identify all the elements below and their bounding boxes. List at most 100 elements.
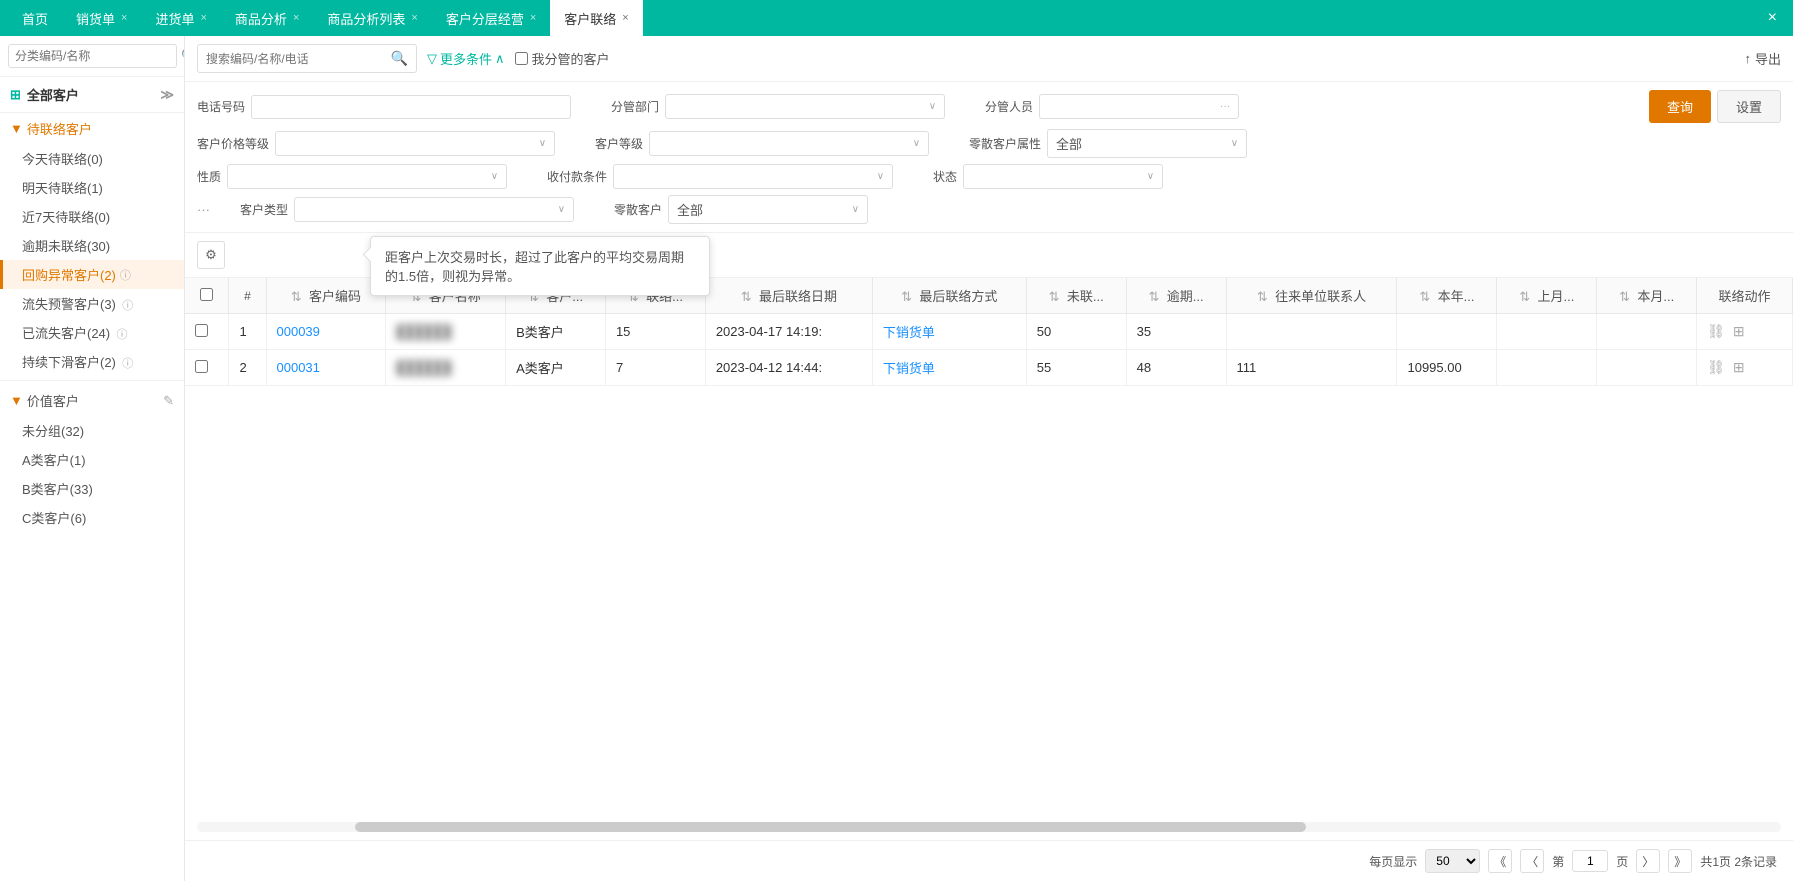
price-level-select[interactable]: ∨ — [275, 131, 555, 156]
sidebar-item-lost[interactable]: 已流失客户(24) ⓘ — [0, 318, 184, 347]
sidebar-item-today[interactable]: 今天待联络(0) — [0, 144, 184, 173]
nav-customer-layered[interactable]: 客户分层经营 × — [432, 0, 550, 36]
table-settings-button[interactable]: ⚙ — [197, 241, 225, 269]
sidebar-value-section[interactable]: ▼ 价值客户 ✎ — [0, 385, 184, 416]
th-code[interactable]: ⇅ 客户编码 — [266, 278, 386, 314]
arrow-down-icon: ▼ — [10, 393, 23, 408]
row-checkbox[interactable] — [185, 314, 229, 350]
sidebar-item-loss-warning[interactable]: 流失预警客户(3) ⓘ — [0, 289, 184, 318]
window-close-button[interactable]: × — [1760, 9, 1785, 27]
close-icon[interactable]: × — [293, 12, 299, 24]
nav-home[interactable]: 首页 — [8, 0, 62, 36]
nav-purchase-order[interactable]: 进货单 × — [141, 0, 220, 36]
th-last-contact-date[interactable]: ⇅ 最后联络日期 — [705, 278, 872, 314]
my-customer-checkbox[interactable] — [515, 52, 528, 65]
scrollbar-thumb[interactable] — [355, 822, 1305, 832]
horizontal-scrollbar[interactable] — [197, 822, 1781, 832]
chevron-down-icon: ∨ — [929, 101, 936, 112]
query-button[interactable]: 查询 — [1649, 90, 1711, 123]
row-select-checkbox[interactable] — [195, 360, 208, 373]
sidebar-item-tomorrow[interactable]: 明天待联络(1) — [0, 173, 184, 202]
customer-level-select[interactable]: ∨ — [649, 131, 929, 156]
sidebar-item-7days[interactable]: 近7天待联络(0) — [0, 202, 184, 231]
grid-action-icon[interactable]: ⊞ — [1733, 359, 1745, 376]
more-conditions-button[interactable]: ▽ 更多条件 ∧ — [427, 49, 505, 68]
retail-select[interactable]: 全部 ∨ — [668, 195, 868, 224]
th-year-amount[interactable]: ⇅ 本年... — [1397, 278, 1497, 314]
dept-select[interactable]: ∨ — [665, 94, 945, 119]
settings-button[interactable]: 设置 — [1717, 90, 1781, 123]
th-actions: 联络动作 — [1697, 278, 1793, 314]
row-code[interactable]: 000031 — [266, 350, 386, 386]
prev-page-button[interactable]: 〈 — [1520, 849, 1544, 873]
person-select[interactable]: ··· — [1039, 94, 1239, 119]
status-select[interactable]: ∨ — [963, 164, 1163, 189]
page-number-input[interactable] — [1572, 850, 1608, 872]
th-last-contact-method[interactable]: ⇅ 最后联络方式 — [872, 278, 1026, 314]
keyword-input[interactable] — [206, 52, 391, 66]
payment-label: 收付款条件 — [547, 168, 607, 185]
row-code[interactable]: 000039 — [266, 314, 386, 350]
sidebar-search-input[interactable] — [8, 44, 177, 68]
customer-code-link[interactable]: 000039 — [277, 324, 320, 339]
th-contacts[interactable]: ⇅ 往来单位联系人 — [1226, 278, 1397, 314]
row-last-contact-method[interactable]: 下销货单 — [872, 350, 1026, 386]
nav-product-analysis[interactable]: 商品分析 × — [221, 0, 313, 36]
row-last-contact-method[interactable]: 下销货单 — [872, 314, 1026, 350]
select-all-checkbox[interactable] — [200, 288, 213, 301]
grid-action-icon[interactable]: ⊞ — [1733, 323, 1745, 340]
row-name[interactable]: ██████ — [386, 350, 506, 386]
sidebar-item-declining[interactable]: 持续下滑客户(2) ⓘ — [0, 347, 184, 376]
th-overdue[interactable]: ⇅ 逾期... — [1126, 278, 1226, 314]
first-page-button[interactable]: 《 — [1488, 849, 1512, 873]
next-page-button[interactable]: 〉 — [1636, 849, 1660, 873]
search-input-container[interactable]: 🔍 — [197, 44, 417, 73]
sidebar-item-class-a[interactable]: A类客户(1) — [0, 445, 184, 474]
collapse-icon[interactable]: ≫ — [160, 87, 174, 103]
sidebar-all-customers-header[interactable]: ⊞ 全部客户 ≫ — [0, 77, 184, 113]
sidebar-item-ungroup[interactable]: 未分组(32) — [0, 416, 184, 445]
close-icon[interactable]: × — [622, 12, 628, 24]
link-action-icon[interactable]: ⛓ — [1707, 323, 1725, 340]
link-action-icon[interactable]: ⛓ — [1707, 359, 1725, 376]
filter-dept: 分管部门 ∨ — [611, 94, 945, 119]
info-icon: ⓘ — [122, 300, 133, 312]
last-page-button[interactable]: 》 — [1668, 849, 1692, 873]
th-this-month[interactable]: ⇅ 本月... — [1597, 278, 1697, 314]
close-icon[interactable]: × — [200, 12, 206, 24]
gender-select[interactable]: ∨ — [227, 164, 507, 189]
my-customer-checkbox-container[interactable]: 我分管的客户 — [515, 49, 610, 68]
row-actions: ⛓ ⊞ — [1697, 314, 1793, 350]
retail-attr-select[interactable]: 全部 ∨ — [1047, 129, 1247, 158]
customer-type-select[interactable]: ∨ — [294, 197, 574, 222]
th-last-month[interactable]: ⇅ 上月... — [1497, 278, 1597, 314]
phone-input[interactable] — [251, 95, 571, 119]
sidebar-item-class-c[interactable]: C类客户(6) — [0, 503, 184, 532]
nav-sales-order[interactable]: 销货单 × — [62, 0, 141, 36]
th-uncontact[interactable]: ⇅ 未联... — [1026, 278, 1126, 314]
close-icon[interactable]: × — [121, 12, 127, 24]
sort-icon: ⇅ — [1419, 289, 1430, 304]
search-icon[interactable]: 🔍 — [391, 50, 408, 67]
customer-code-link[interactable]: 000031 — [277, 360, 320, 375]
sidebar-item-repurchase-abnormal[interactable]: 回购异常客户(2) ⓘ — [0, 260, 184, 289]
sidebar-item-class-b[interactable]: B类客户(33) — [0, 474, 184, 503]
row-checkbox[interactable] — [185, 350, 229, 386]
row-select-checkbox[interactable] — [195, 324, 208, 337]
contact-method-link[interactable]: 下销货单 — [883, 361, 935, 376]
sidebar-pending-section[interactable]: ▼ 待联络客户 — [0, 113, 184, 144]
more-dots[interactable]: ··· — [197, 202, 210, 217]
payment-select[interactable]: ∨ — [613, 164, 893, 189]
page-size-select[interactable]: 50 100 200 — [1425, 849, 1480, 873]
nav-customer-contact[interactable]: 客户联络 × — [550, 0, 642, 36]
edit-icon[interactable]: ✎ — [163, 393, 174, 409]
grid-icon: ⊞ — [10, 87, 21, 103]
contact-method-link[interactable]: 下销货单 — [883, 325, 935, 340]
row-index: 1 — [229, 314, 266, 350]
close-icon[interactable]: × — [411, 12, 417, 24]
close-icon[interactable]: × — [530, 12, 536, 24]
nav-product-analysis-list[interactable]: 商品分析列表 × — [313, 0, 431, 36]
row-name[interactable]: ██████ — [386, 314, 506, 350]
sidebar-item-overdue[interactable]: 逾期未联络(30) — [0, 231, 184, 260]
export-button[interactable]: ↑ 导出 — [1744, 49, 1781, 68]
